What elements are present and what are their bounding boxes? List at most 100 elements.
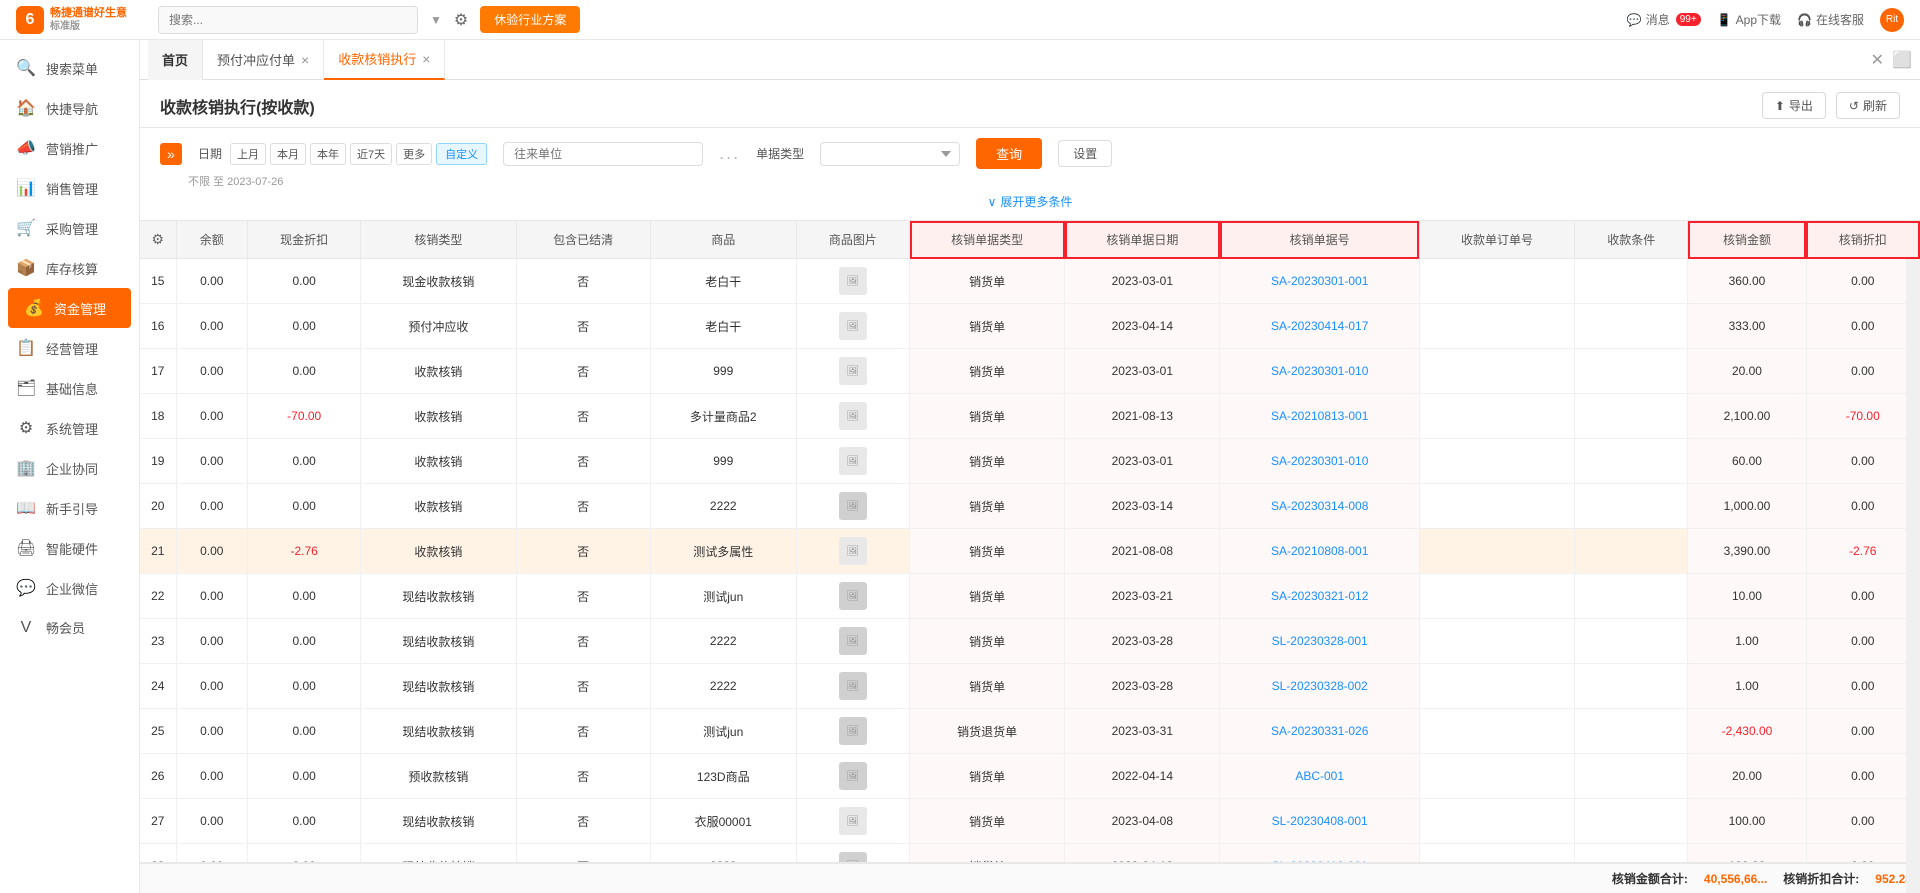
col-cash-discount: 现金折扣 xyxy=(248,221,361,259)
cell-bill-type: 销货单 xyxy=(910,529,1065,574)
bill-no-link[interactable]: SA-20210813-001 xyxy=(1271,409,1368,423)
tab-receipt-verify[interactable]: 收款核销执行 × xyxy=(324,40,445,80)
refresh-icon: ↺ xyxy=(1849,99,1859,113)
sidebar-item-guide[interactable]: 📖 新手引导 xyxy=(0,488,139,528)
bill-no-link[interactable]: SA-20230414-017 xyxy=(1271,319,1368,333)
date-btn-more[interactable]: 更多 xyxy=(396,143,432,165)
app-logo: 6 畅捷通谱好生意 标准版 xyxy=(16,6,146,34)
refresh-button[interactable]: ↺ 刷新 xyxy=(1836,92,1900,119)
cell-bill-no: SA-20210813-001 xyxy=(1220,394,1419,439)
settings-icon[interactable]: ⚙ xyxy=(454,10,468,30)
cell-bill-type: 销货单 xyxy=(910,754,1065,799)
cell-verify-discount: 0.00 xyxy=(1806,484,1920,529)
sidebar-item-basic[interactable]: 🗂 基础信息 xyxy=(0,368,139,408)
cell-verify-discount: 0.00 xyxy=(1806,664,1920,709)
query-button[interactable]: 查询 xyxy=(976,138,1042,169)
wechat-icon: 💬 xyxy=(16,578,36,598)
cell-receipt-order-no xyxy=(1419,574,1574,619)
global-search-input[interactable] xyxy=(158,6,418,34)
product-image-placeholder: 🖼 xyxy=(839,267,867,295)
bill-no-link[interactable]: SA-20230321-012 xyxy=(1271,589,1368,603)
cell-receipt-condition xyxy=(1575,349,1688,394)
sidebar-item-hardware[interactable]: 🖨 智能硬件 xyxy=(0,528,139,568)
cell-bill-date: 2023-04-14 xyxy=(1065,304,1220,349)
cell-verify-type: 预付冲应收 xyxy=(361,304,516,349)
sidebar-item-search[interactable]: 🔍 搜索菜单 xyxy=(0,48,139,88)
sidebar-item-purchase[interactable]: 🛒 采购管理 xyxy=(0,208,139,248)
bill-no-link[interactable]: SA-20230301-010 xyxy=(1271,364,1368,378)
filter-expand-icon[interactable]: » xyxy=(160,143,182,165)
date-btn-this-month[interactable]: 本月 xyxy=(270,143,306,165)
tab-home[interactable]: 首页 xyxy=(148,40,203,80)
cell-bill-no: SA-20230301-001 xyxy=(1220,259,1419,304)
table-container[interactable]: ⚙ 余额 现金折扣 核销类型 包含已结清 商品 商品图片 核销单据类型 核销单据… xyxy=(140,221,1920,862)
cell-receipt-condition xyxy=(1575,484,1688,529)
receipt-type-select[interactable]: 销货单 销货退货单 xyxy=(820,142,960,166)
date-btn-this-year[interactable]: 本年 xyxy=(310,143,346,165)
bill-no-link[interactable]: SA-20230314-008 xyxy=(1271,499,1368,513)
tab-maximize-button[interactable]: ⬜ xyxy=(1892,50,1912,70)
sidebar-item-enterprise[interactable]: 🏢 企业协同 xyxy=(0,448,139,488)
date-custom-button[interactable]: 自定义 xyxy=(436,143,487,165)
cell-bill-no: SL-20230328-002 xyxy=(1220,664,1419,709)
partner-input[interactable] xyxy=(503,142,703,166)
date-buttons: 上月 本月 本年 近7天 更多 自定义 xyxy=(230,143,487,165)
sidebar-item-operation[interactable]: 📋 经营管理 xyxy=(0,328,139,368)
bill-no-link[interactable]: SA-20230301-010 xyxy=(1271,454,1368,468)
user-avatar[interactable]: Rit xyxy=(1880,8,1904,32)
app-download-button[interactable]: 📱 App下载 xyxy=(1717,11,1781,28)
footer-verify-amount-label: 核销金额合计: xyxy=(1612,870,1688,887)
scrollbar[interactable] xyxy=(1906,221,1920,893)
sidebar-item-wechat[interactable]: 💬 企业微信 xyxy=(0,568,139,608)
bill-no-link[interactable]: ABC-001 xyxy=(1295,769,1344,783)
cell-no: 27 xyxy=(140,799,176,844)
col-gear[interactable]: ⚙ xyxy=(140,221,176,259)
bill-no-link[interactable]: SL-20230328-001 xyxy=(1272,634,1368,648)
expand-conditions-button[interactable]: ∨ 展开更多条件 xyxy=(988,193,1073,210)
sidebar-item-system[interactable]: ⚙ 系统管理 xyxy=(0,408,139,448)
cell-included-settled: 否 xyxy=(516,259,650,304)
bill-no-link[interactable]: SA-20230331-026 xyxy=(1271,724,1368,738)
product-image-placeholder: 🖼 xyxy=(839,447,867,475)
tab-prepay-close-icon[interactable]: × xyxy=(301,52,309,68)
bill-no-link[interactable]: SA-20210808-001 xyxy=(1271,544,1368,558)
cell-no: 28 xyxy=(140,844,176,863)
date-btn-7days[interactable]: 近7天 xyxy=(350,143,392,165)
date-btn-last-month[interactable]: 上月 xyxy=(230,143,266,165)
cell-bill-date: 2022-04-14 xyxy=(1065,754,1220,799)
industry-solution-button[interactable]: 休验行业方案 xyxy=(480,6,580,33)
bill-no-link[interactable]: SL-20230328-002 xyxy=(1272,679,1368,693)
product-image-placeholder: 🖼 xyxy=(839,537,867,565)
bill-no-link[interactable]: SL-20230408-001 xyxy=(1272,814,1368,828)
dropdown-toggle[interactable]: ▼ xyxy=(430,13,442,27)
cell-goods-img: 🖼 xyxy=(796,754,909,799)
cell-bill-date: 2023-04-08 xyxy=(1065,799,1220,844)
tab-prepay[interactable]: 预付冲应付单 × xyxy=(203,40,324,80)
cell-bill-type: 销货单 xyxy=(910,259,1065,304)
cell-bill-no: SA-20230414-017 xyxy=(1220,304,1419,349)
cell-balance: 0.00 xyxy=(176,844,248,863)
message-button[interactable]: 💬 消息 99+ xyxy=(1627,11,1701,28)
tab-receipt-close-icon[interactable]: × xyxy=(422,51,430,67)
sidebar-item-marketing[interactable]: 📣 营销推广 xyxy=(0,128,139,168)
cell-included-settled: 否 xyxy=(516,574,650,619)
sidebar-item-sales[interactable]: 📊 销售管理 xyxy=(0,168,139,208)
cell-verify-discount: 0.00 xyxy=(1806,304,1920,349)
table-gear-icon[interactable]: ⚙ xyxy=(151,231,164,247)
col-goods: 商品 xyxy=(650,221,796,259)
filter-settings-button[interactable]: 设置 xyxy=(1058,140,1112,167)
sidebar-item-member[interactable]: V 畅会员 xyxy=(0,608,139,647)
cell-receipt-condition xyxy=(1575,529,1688,574)
cell-goods-img: 🖼 xyxy=(796,484,909,529)
bill-no-link[interactable]: SA-20230301-001 xyxy=(1271,274,1368,288)
sidebar-item-inventory[interactable]: 📦 库存核算 xyxy=(0,248,139,288)
cell-balance: 0.00 xyxy=(176,619,248,664)
tab-close-window-button[interactable]: ✕ xyxy=(1871,50,1884,70)
sidebar-item-quick-nav[interactable]: 🏠 快捷导航 xyxy=(0,88,139,128)
cell-bill-date: 2023-03-28 xyxy=(1065,619,1220,664)
sidebar-item-finance[interactable]: 💰 资金管理 xyxy=(8,288,131,328)
online-service-button[interactable]: 🎧 在线客服 xyxy=(1797,11,1864,28)
table-row: 16 0.00 0.00 预付冲应收 否 老白干 🖼 销货单 2023-04-1… xyxy=(140,304,1920,349)
export-button[interactable]: ⬆ 导出 xyxy=(1762,92,1826,119)
cell-balance: 0.00 xyxy=(176,754,248,799)
